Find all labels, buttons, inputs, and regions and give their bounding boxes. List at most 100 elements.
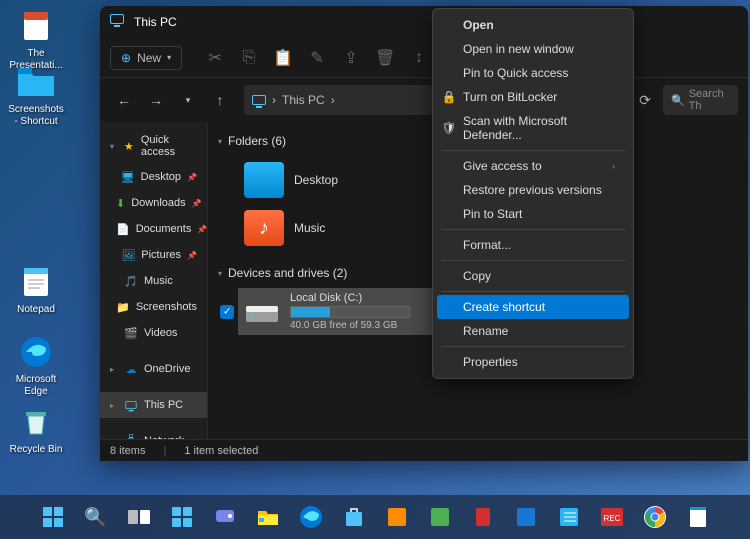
edge-button[interactable]: [292, 498, 330, 536]
address-sep: ›: [331, 93, 335, 107]
drive-capacity-bar: [290, 306, 410, 318]
desktop-icon: 🖥: [121, 170, 135, 184]
store-button[interactable]: [335, 498, 373, 536]
ctx-properties[interactable]: Properties: [437, 350, 629, 374]
pin-icon: 📌: [192, 199, 202, 208]
widgets-button[interactable]: [163, 498, 201, 536]
back-button[interactable]: ←: [110, 86, 138, 114]
this-pc-icon: [252, 95, 266, 105]
up-button[interactable]: ↑: [206, 86, 234, 114]
sidebar-network[interactable]: ▸🖧Network: [100, 428, 207, 439]
picture-icon: 🖼: [121, 248, 135, 262]
sidebar-item-music[interactable]: 🎵Music: [100, 268, 207, 294]
folder-icon: 📁: [116, 300, 130, 314]
sidebar-item-documents[interactable]: 📄Documents📌: [100, 216, 207, 242]
desktop-folder-icon: [244, 162, 284, 198]
edge-icon: [16, 332, 56, 372]
document-icon: 📄: [116, 222, 130, 236]
app-1[interactable]: [378, 498, 416, 536]
ctx-bitlocker[interactable]: 🔒Turn on BitLocker: [437, 85, 629, 109]
app-4[interactable]: [550, 498, 588, 536]
ctx-rename[interactable]: Rename: [437, 319, 629, 343]
search-icon: 🔍: [671, 94, 685, 107]
sidebar-this-pc[interactable]: ▸This PC: [100, 392, 207, 418]
chat-button[interactable]: [206, 498, 244, 536]
sidebar-item-pictures[interactable]: 🖼Pictures📌: [100, 242, 207, 268]
pin-icon: 📌: [187, 173, 197, 182]
video-icon: 🎬: [124, 326, 138, 340]
forward-button[interactable]: →: [142, 86, 170, 114]
context-menu: Open Open in new window Pin to Quick acc…: [432, 8, 634, 379]
sidebar-item-screenshots[interactable]: 📁Screenshots: [100, 294, 207, 320]
new-button[interactable]: ⊕ New ▾: [110, 46, 182, 70]
sidebar-onedrive[interactable]: ▸☁OneDrive: [100, 356, 207, 382]
ctx-give-access[interactable]: Give access to›: [437, 154, 629, 178]
address-sep: ›: [272, 93, 276, 107]
taskbar: 🔍 REC: [0, 495, 750, 539]
recycle-icon: [16, 402, 56, 442]
desktop-icon-edge[interactable]: Microsoft Edge: [6, 332, 66, 398]
pin-icon: 📌: [187, 251, 197, 260]
sidebar-item-videos[interactable]: 🎬Videos: [100, 320, 207, 346]
sidebar: ▾ ★ Quick access 🖥Desktop📌 ⬇Downloads📌 📄…: [100, 122, 208, 439]
chevron-right-icon: ▸: [110, 365, 118, 374]
start-button[interactable]: [34, 498, 72, 536]
svg-text:REC: REC: [603, 514, 620, 523]
sort-icon[interactable]: ↕: [404, 43, 434, 73]
office-button[interactable]: [464, 498, 502, 536]
search-button[interactable]: 🔍: [77, 498, 115, 536]
folder-music[interactable]: ♪ Music: [238, 204, 433, 252]
ctx-format[interactable]: Format...: [437, 233, 629, 257]
drive-local-c[interactable]: Local Disk (C:) 40.0 GB free of 59.3 GB: [238, 288, 433, 335]
desktop-icon-recyclebin[interactable]: Recycle Bin: [6, 402, 66, 456]
task-view-button[interactable]: [120, 498, 158, 536]
app-6[interactable]: [679, 498, 717, 536]
paste-icon[interactable]: 📋: [268, 43, 298, 73]
chevron-down-icon: ▾: [110, 142, 117, 151]
delete-icon[interactable]: 🗑: [370, 43, 400, 73]
chevron-down-icon: ▾: [218, 137, 222, 146]
app-3[interactable]: [507, 498, 545, 536]
shield-icon: 🛡: [441, 120, 457, 136]
cut-icon[interactable]: ✂: [200, 43, 230, 73]
dropdown-button[interactable]: ▾: [174, 86, 202, 114]
sidebar-item-desktop[interactable]: 🖥Desktop📌: [100, 164, 207, 190]
explorer-button[interactable]: [249, 498, 287, 536]
icon-label: Screenshots - Shortcut: [6, 104, 66, 128]
download-icon: ⬇: [116, 196, 125, 210]
sidebar-quick-access[interactable]: ▾ ★ Quick access: [100, 128, 207, 164]
app-5[interactable]: REC: [593, 498, 631, 536]
desktop-icon-screenshots[interactable]: Screenshots - Shortcut: [6, 62, 66, 128]
star-icon: ★: [123, 139, 135, 153]
ctx-copy[interactable]: Copy: [437, 264, 629, 288]
chevron-down-icon: ▾: [167, 53, 171, 62]
ctx-pin-quick[interactable]: Pin to Quick access: [437, 61, 629, 85]
notepad-icon: [16, 262, 56, 302]
folder-desktop[interactable]: Desktop: [238, 156, 433, 204]
desktop-icon-notepad[interactable]: Notepad: [6, 262, 66, 316]
ctx-open[interactable]: Open: [437, 13, 629, 37]
cloud-icon: ☁: [124, 362, 138, 376]
chevron-right-icon: ▸: [110, 401, 118, 410]
ctx-pin-start[interactable]: Pin to Start: [437, 202, 629, 226]
refresh-button[interactable]: ⟳: [631, 86, 659, 114]
chrome-button[interactable]: [636, 498, 674, 536]
status-selected-count: 1 item selected: [184, 445, 258, 457]
sidebar-item-downloads[interactable]: ⬇Downloads📌: [100, 190, 207, 216]
titlebar[interactable]: This PC: [100, 6, 748, 38]
share-icon[interactable]: ⇪: [336, 43, 366, 73]
app-2[interactable]: [421, 498, 459, 536]
ctx-defender[interactable]: 🛡Scan with Microsoft Defender...: [437, 109, 629, 147]
doc-icon: [16, 6, 56, 46]
search-input[interactable]: 🔍 Search Th: [663, 85, 738, 115]
rename-icon[interactable]: ✎: [302, 43, 332, 73]
copy-icon[interactable]: ⎘: [234, 43, 264, 73]
ctx-restore[interactable]: Restore previous versions: [437, 178, 629, 202]
this-pc-icon: [124, 398, 138, 412]
music-icon: 🎵: [124, 274, 138, 288]
plus-icon: ⊕: [121, 51, 131, 65]
navbar: ← → ▾ ↑ › This PC › ⟳ 🔍 Search Th: [100, 78, 748, 122]
ctx-create-shortcut[interactable]: Create shortcut: [437, 295, 629, 319]
toolbar: ⊕ New ▾ ✂ ⎘ 📋 ✎ ⇪ 🗑 ↕: [100, 38, 748, 78]
ctx-open-new-window[interactable]: Open in new window: [437, 37, 629, 61]
